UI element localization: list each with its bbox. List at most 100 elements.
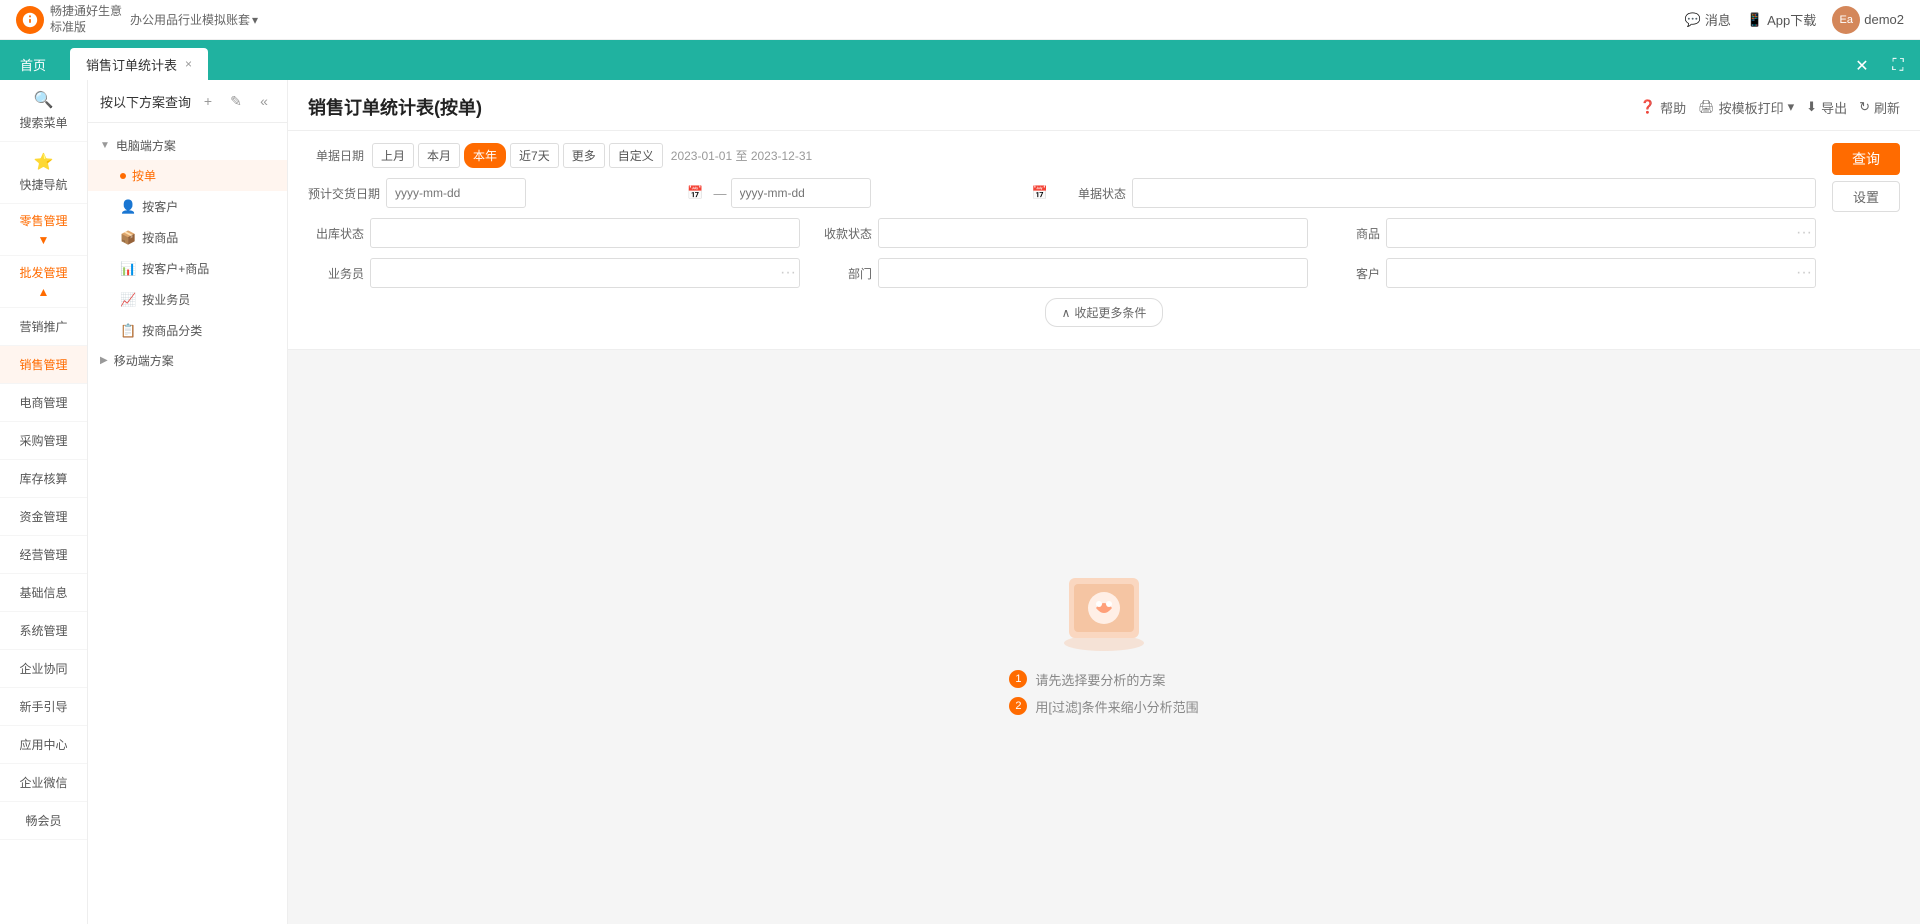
page-header: 销售订单统计表(按单) ❓ 帮助 🖨 按模板打印 ▾ ⬇ 导出: [288, 80, 1920, 131]
template-print-button[interactable]: 🖨 按模板打印 ▾: [1698, 98, 1794, 117]
scheme-item-按商品[interactable]: 📦 按商品: [88, 222, 287, 253]
sidebar-item-inventory[interactable]: 库存核算: [0, 460, 87, 498]
scheme-item-按商品分类[interactable]: 📋 按商品分类: [88, 315, 287, 346]
sidebar-item-marketing[interactable]: 营销推广: [0, 308, 87, 346]
delivery-status-select[interactable]: [370, 218, 800, 248]
sidebar-item-quick-nav[interactable]: ⭐ 快捷导航: [0, 142, 87, 204]
member-label: 畅会员: [25, 812, 61, 829]
expected-date-start-input[interactable]: [386, 178, 526, 208]
date-btn-custom[interactable]: 自定义: [609, 143, 663, 168]
scheme-item-按客户[interactable]: 👤 按客户: [88, 191, 287, 222]
scheme-item-label: 按商品: [142, 229, 178, 246]
payment-status-select[interactable]: [878, 218, 1308, 248]
ecommerce-label: 电商管理: [19, 394, 67, 411]
tab-bar-actions: ✕ ⛶: [1848, 52, 1920, 80]
sidebar-item-search-label: 搜索菜单: [19, 114, 67, 131]
app-download-action[interactable]: 📱 App下载: [1747, 10, 1816, 29]
sales-label: 销售管理: [19, 356, 67, 373]
date-end-calendar-icon: 📅: [1032, 185, 1048, 201]
sidebar-item-member[interactable]: 畅会员: [0, 802, 87, 840]
sidebar-item-wholesale[interactable]: 批发管理 ▲: [0, 256, 87, 308]
message-action[interactable]: 💬 消息: [1685, 10, 1731, 29]
refresh-label: 刷新: [1874, 98, 1900, 117]
page-title: 销售订单统计表(按单): [308, 94, 482, 120]
sidebar-item-ecommerce[interactable]: 电商管理: [0, 384, 87, 422]
sidebar-item-operations[interactable]: 经营管理: [0, 536, 87, 574]
settings-button[interactable]: 设置: [1832, 181, 1900, 212]
date-btn-last-7days[interactable]: 近7天: [510, 143, 559, 168]
purchase-label: 采购管理: [19, 432, 67, 449]
date-btn-this-month[interactable]: 本月: [418, 143, 460, 168]
collapse-panel-button[interactable]: «: [253, 90, 275, 112]
header-left: 畅捷通好生意 标准版 办公用品行业模拟账套 ▾: [16, 4, 258, 35]
date-label: 单据日期: [308, 147, 364, 164]
refresh-icon: ↻: [1859, 99, 1870, 115]
sidebar-item-basic[interactable]: 基础信息: [0, 574, 87, 612]
tab-active-label: 销售订单统计表: [86, 55, 177, 74]
export-button[interactable]: ⬇ 导出: [1806, 98, 1847, 117]
system-label: 系统管理: [19, 622, 67, 639]
goods-ellipsis-icon[interactable]: ···: [1796, 224, 1812, 242]
collapse-button[interactable]: ∧ 收起更多条件: [1045, 298, 1164, 327]
empty-state: 1 请先选择要分析的方案 2 用[过滤]条件来缩小分析范围: [288, 350, 1920, 924]
tab-home[interactable]: 首页: [0, 48, 66, 80]
sidebar-item-system[interactable]: 系统管理: [0, 612, 87, 650]
sidebar-item-search[interactable]: 🔍 搜索菜单: [0, 80, 87, 142]
department-select[interactable]: [878, 258, 1308, 288]
refresh-button[interactable]: ↻ 刷新: [1859, 98, 1900, 117]
bill-status-select[interactable]: [1132, 178, 1816, 208]
customer-input[interactable]: [1386, 258, 1816, 288]
pc-scheme-group[interactable]: ▼ 电脑端方案: [88, 131, 287, 160]
edit-scheme-button[interactable]: ✎: [225, 90, 247, 112]
sidebar-item-enterprise[interactable]: 企业协同: [0, 650, 87, 688]
app-title-dropdown[interactable]: 办公用品行业模拟账套 ▾: [130, 11, 258, 28]
wholesale-arrow-icon: ▲: [38, 285, 50, 299]
tip-num-1: 1: [1009, 670, 1027, 688]
query-button[interactable]: 查询: [1832, 143, 1900, 175]
tab-close-icon[interactable]: ×: [185, 57, 192, 71]
scheme-item-按单[interactable]: 按单: [88, 160, 287, 191]
sidebar-item-purchase[interactable]: 采购管理: [0, 422, 87, 460]
avatar: Ea: [1832, 6, 1860, 34]
help-icon: ❓: [1640, 99, 1656, 115]
date-btn-last-month[interactable]: 上月: [372, 143, 414, 168]
add-scheme-button[interactable]: +: [197, 90, 219, 112]
date-btn-more[interactable]: 更多: [563, 143, 605, 168]
operations-label: 经营管理: [19, 546, 67, 563]
tab-active[interactable]: 销售订单统计表 ×: [70, 48, 208, 80]
empty-tip-1-label: 请先选择要分析的方案: [1035, 670, 1165, 689]
sidebar-item-retail[interactable]: 零售管理 ▼: [0, 204, 87, 256]
scheme-item-按业务员[interactable]: 📈 按业务员: [88, 284, 287, 315]
retail-arrow-icon: ▼: [38, 233, 50, 247]
sidebar-item-sales[interactable]: 销售管理: [0, 346, 87, 384]
left-panel-title: 按以下方案查询: [100, 92, 191, 111]
tab-minimize-button[interactable]: ✕: [1848, 52, 1876, 80]
scheme-category-icon: 📋: [120, 323, 136, 339]
sidebar-item-newuser[interactable]: 新手引导: [0, 688, 87, 726]
date-btn-this-year[interactable]: 本年: [464, 143, 506, 168]
sidebar-item-corpwechat[interactable]: 企业微信: [0, 764, 87, 802]
tab-expand-button[interactable]: ⛶: [1884, 52, 1912, 80]
scheme-item-按客户+商品[interactable]: 📊 按客户+商品: [88, 253, 287, 284]
scheme-goods-icon: 📦: [120, 230, 136, 246]
expected-date-end-input[interactable]: [731, 178, 871, 208]
print-icon: 🖨: [1698, 99, 1715, 115]
content-wrapper: 按以下方案查询 + ✎ « ▼ 电脑端方案 按单 👤 按客户: [88, 80, 1920, 924]
scheme-item-label: 按客户: [142, 198, 178, 215]
pc-group-arrow-icon: ▼: [100, 140, 110, 151]
salesperson-ellipsis-icon[interactable]: ···: [780, 264, 796, 282]
user-action[interactable]: Ea demo2: [1832, 6, 1904, 34]
empty-tips: 1 请先选择要分析的方案 2 用[过滤]条件来缩小分析范围: [1009, 670, 1198, 716]
salesperson-input[interactable]: [370, 258, 800, 288]
username-label: demo2: [1864, 12, 1904, 27]
wholesale-label: 批发管理: [19, 264, 67, 281]
mobile-scheme-group[interactable]: ▶ 移动端方案: [88, 346, 287, 375]
help-button[interactable]: ❓ 帮助: [1640, 98, 1686, 117]
sidebar-item-finance[interactable]: 资金管理: [0, 498, 87, 536]
customer-ellipsis-icon[interactable]: ···: [1796, 264, 1812, 282]
scheme-item-label: 按客户+商品: [142, 260, 209, 277]
salesperson-label: 业务员: [308, 265, 364, 282]
sidebar-item-appcenter[interactable]: 应用中心: [0, 726, 87, 764]
download-icon: 📱: [1747, 12, 1763, 28]
goods-input[interactable]: [1386, 218, 1816, 248]
